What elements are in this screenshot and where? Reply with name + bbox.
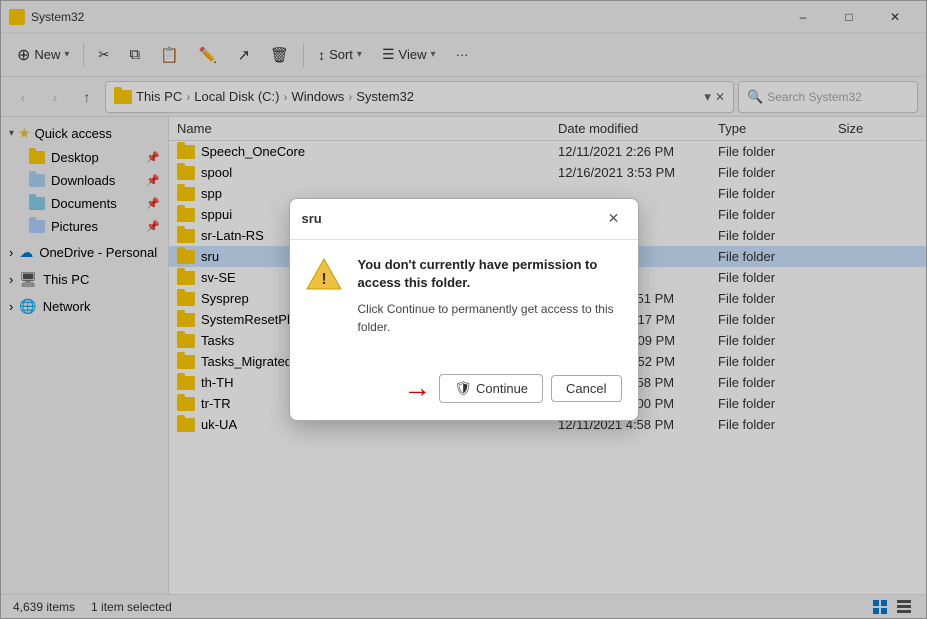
file-explorer-window: System32 – □ ✕ ⊕ New ▾ ✂ ⧉ 📋 ✏️ ↗ [0,0,927,619]
red-arrow-icon: → [403,372,431,404]
dialog-heading: You don't currently have permission to a… [358,256,622,292]
cancel-label: Cancel [566,381,606,396]
continue-button[interactable]: 🛡 Continue [439,374,543,403]
dialog-close-button[interactable]: ✕ [602,207,626,231]
arrow-continue-group: → 🛡 Continue [403,372,543,404]
warning-icon: ! [306,256,346,296]
continue-label: Continue [476,381,528,396]
dialog-title: sru [302,211,322,226]
dialog-body: ! You don't currently have permission to… [290,240,638,364]
cancel-button[interactable]: Cancel [551,375,621,402]
dialog-text-block: You don't currently have permission to a… [358,256,622,336]
permission-dialog: sru ✕ ! You don't currently have pe [289,198,639,421]
svg-text:!: ! [321,271,326,288]
dialog-buttons-row: → 🛡 Continue Cancel [290,364,638,420]
dialog-subtext: Click Continue to permanently get access… [358,300,622,336]
shield-icon: 🛡 [454,380,472,397]
modal-overlay: sru ✕ ! You don't currently have pe [0,0,927,619]
dialog-icon-row: ! You don't currently have permission to… [306,256,622,336]
dialog-titlebar: sru ✕ [290,199,638,240]
